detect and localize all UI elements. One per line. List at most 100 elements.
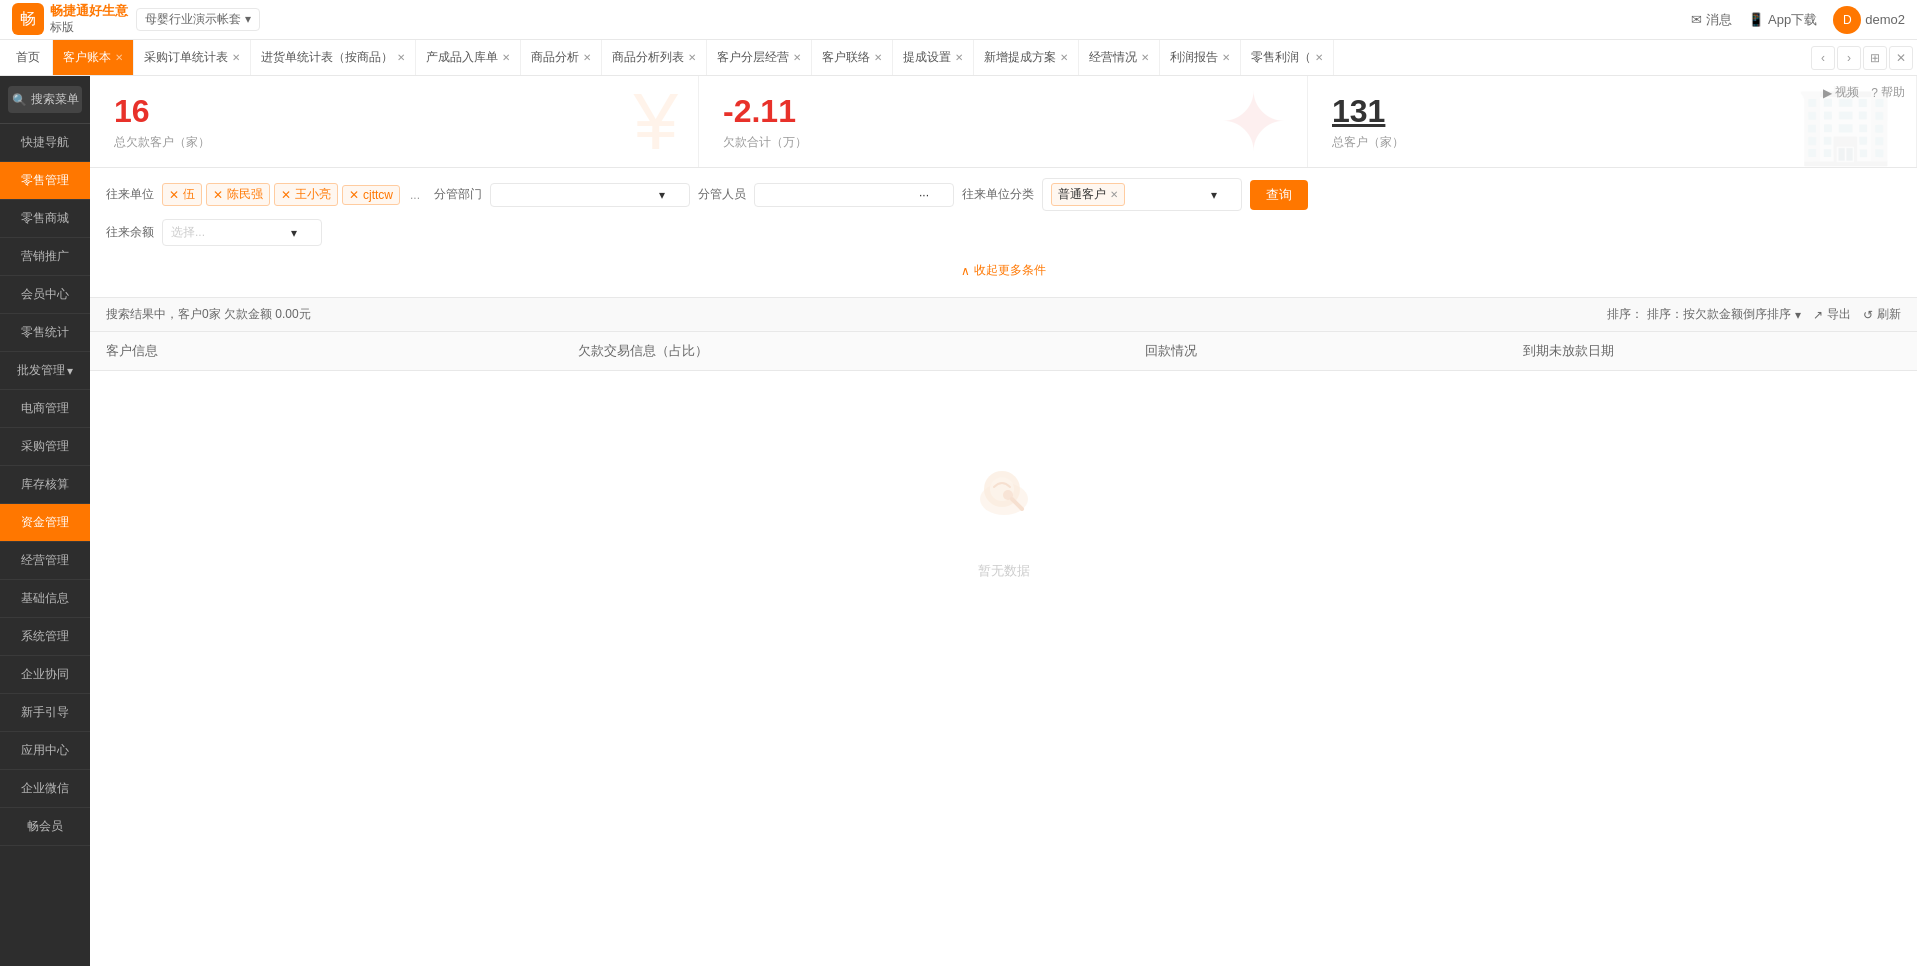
sidebar-item-wholesale[interactable]: 批发管理 ▾ bbox=[0, 352, 90, 390]
app-download-action[interactable]: 📱 App下载 bbox=[1748, 11, 1817, 29]
filter-unit-label: 往来单位 bbox=[106, 186, 154, 203]
table-header: 客户信息 欠款交易信息（占比） 回款情况 到期未放款日期 bbox=[90, 332, 1917, 371]
filter-category-label: 往来单位分类 bbox=[962, 186, 1034, 203]
close-tab-operations[interactable]: ✕ bbox=[1141, 52, 1149, 63]
close-tab-product-entry[interactable]: ✕ bbox=[502, 52, 510, 63]
filter-row-2: 往来余额 选择... ▾ bbox=[106, 219, 1901, 246]
tab-prompt-settings[interactable]: 提成设置 ✕ bbox=[893, 40, 974, 76]
coin-bg-icon: ¥ bbox=[634, 76, 679, 168]
sidebar-item-enterprise-wechat[interactable]: 企业微信 bbox=[0, 770, 90, 808]
sidebar-item-marketing[interactable]: 营销推广 bbox=[0, 238, 90, 276]
logo-text: 畅捷通好生意 标版 bbox=[50, 3, 128, 35]
sidebar-item-app-center[interactable]: 应用中心 bbox=[0, 732, 90, 770]
result-actions: 排序： 排序：按欠款金额倒序排序 ▾ ↗ 导出 ↺ 刷新 bbox=[1607, 306, 1901, 323]
tab-product-analysis-list[interactable]: 商品分析列表 ✕ bbox=[602, 40, 707, 76]
sidebar-item-inventory[interactable]: 库存核算 bbox=[0, 466, 90, 504]
close-tab-purchase-stats[interactable]: ✕ bbox=[397, 52, 405, 63]
video-action[interactable]: ▶ 视频 bbox=[1823, 84, 1859, 101]
sidebar-item-member[interactable]: 会员中心 bbox=[0, 276, 90, 314]
close-tab-prompt-settings[interactable]: ✕ bbox=[955, 52, 963, 63]
tab-retail-profit[interactable]: 零售利润（ ✕ bbox=[1241, 40, 1334, 76]
sidebar-item-ecommerce[interactable]: 电商管理 bbox=[0, 390, 90, 428]
sort-select[interactable]: 排序： 排序：按欠款金额倒序排序 ▾ bbox=[1607, 306, 1801, 323]
filter-dept-select[interactable]: ▾ bbox=[490, 183, 690, 207]
close-tab-product-analysis-list[interactable]: ✕ bbox=[688, 52, 696, 63]
sidebar-item-vip[interactable]: 畅会员 bbox=[0, 808, 90, 846]
empty-icon bbox=[964, 451, 1044, 550]
result-info: 搜索结果中，客户0家 欠款金额 0.00元 bbox=[106, 306, 311, 323]
header-left: 畅 畅捷通好生意 标版 母婴行业演示帐套 ▾ bbox=[12, 3, 260, 35]
stat-total-clients-value: 131 bbox=[1332, 92, 1385, 130]
refresh-action[interactable]: ↺ 刷新 bbox=[1863, 306, 1901, 323]
collapse-button[interactable]: ∧ 收起更多条件 bbox=[949, 258, 1058, 283]
sidebar-item-quick-nav[interactable]: 快捷导航 bbox=[0, 124, 90, 162]
message-action[interactable]: ✉ 消息 bbox=[1691, 11, 1732, 29]
filter-dept-input[interactable] bbox=[499, 188, 655, 202]
sidebar-item-basic-info[interactable]: 基础信息 bbox=[0, 580, 90, 618]
table-header-repayment: 回款情况 bbox=[1145, 342, 1523, 360]
close-tab-customer-balance[interactable]: ✕ bbox=[115, 52, 123, 63]
sidebar: 🔍 搜索菜单 快捷导航 零售管理 零售商城 营销推广 会员中心 零售统计 批发管… bbox=[0, 76, 90, 966]
close-tab-purchase-order[interactable]: ✕ bbox=[232, 52, 240, 63]
filter-person-select[interactable]: ··· bbox=[754, 183, 954, 207]
content-area: ¥ 16 总欠款客户（家） ✦ -2.11 欠款合计（万） 🏢 131 总客户（… bbox=[90, 76, 1917, 966]
stat-total-clients-label: 总客户（家） bbox=[1332, 134, 1404, 151]
filter-tag-chen: ✕ 陈民强 bbox=[206, 183, 270, 206]
table-area: 客户信息 欠款交易信息（占比） 回款情况 到期未放款日期 bbox=[90, 332, 1917, 966]
close-tab-add-plan[interactable]: ✕ bbox=[1060, 52, 1068, 63]
tab-customer-tier[interactable]: 客户分层经营 ✕ bbox=[707, 40, 812, 76]
sidebar-item-retail-mall[interactable]: 零售商城 bbox=[0, 200, 90, 238]
sidebar-item-operations-mgmt[interactable]: 经营管理 bbox=[0, 542, 90, 580]
close-tab-retail-profit[interactable]: ✕ bbox=[1315, 52, 1323, 63]
sidebar-item-system[interactable]: 系统管理 bbox=[0, 618, 90, 656]
nav-prev[interactable]: ‹ bbox=[1811, 46, 1835, 70]
table-header-customer-info: 客户信息 bbox=[106, 342, 578, 360]
tab-operations[interactable]: 经营情况 ✕ bbox=[1079, 40, 1160, 76]
tab-customer-balance[interactable]: 客户账本 ✕ bbox=[53, 40, 134, 76]
sidebar-item-finance[interactable]: 资金管理 bbox=[0, 504, 90, 542]
table-header-overdue-date: 到期未放款日期 bbox=[1523, 342, 1901, 360]
nav-expand[interactable]: ⊞ bbox=[1863, 46, 1887, 70]
filter-more-tags[interactable]: ... bbox=[404, 186, 426, 204]
sidebar-item-retail-stats[interactable]: 零售统计 bbox=[0, 314, 90, 352]
filter-balance-label: 往来余额 bbox=[106, 224, 154, 241]
sidebar-item-purchase[interactable]: 采购管理 bbox=[0, 428, 90, 466]
tab-customer-contact[interactable]: 客户联络 ✕ bbox=[812, 40, 893, 76]
close-tab-customer-tier[interactable]: ✕ bbox=[793, 52, 801, 63]
sidebar-item-retail[interactable]: 零售管理 bbox=[0, 162, 90, 200]
filter-tag-wu: ✕ 伍 bbox=[162, 183, 202, 206]
tab-home[interactable]: 首页 bbox=[4, 40, 53, 76]
export-action[interactable]: ↗ 导出 bbox=[1813, 306, 1851, 323]
stat-total-customers-label: 总欠款客户（家） bbox=[114, 134, 210, 151]
close-tab-product-analysis[interactable]: ✕ bbox=[583, 52, 591, 63]
sidebar-item-enterprise[interactable]: 企业协同 bbox=[0, 656, 90, 694]
help-action[interactable]: ? 帮助 bbox=[1871, 84, 1905, 101]
filter-balance-select[interactable]: 选择... ▾ bbox=[162, 219, 322, 246]
store-selector[interactable]: 母婴行业演示帐套 ▾ bbox=[136, 8, 260, 31]
user-action[interactable]: D demo2 bbox=[1833, 6, 1905, 34]
close-tab-profit-report[interactable]: ✕ bbox=[1222, 52, 1230, 63]
query-button[interactable]: 查询 bbox=[1250, 180, 1308, 210]
nav-next[interactable]: › bbox=[1837, 46, 1861, 70]
stat-arrears: ✦ -2.11 欠款合计（万） bbox=[699, 76, 1308, 167]
filter-category-select[interactable]: 普通客户 ✕ ▾ bbox=[1042, 178, 1242, 211]
tab-add-plan[interactable]: 新增提成方案 ✕ bbox=[974, 40, 1079, 76]
nav-tabs: 首页 客户账本 ✕ 采购订单统计表 ✕ 进货单统计表（按商品） ✕ 产成品入库单… bbox=[0, 40, 1917, 76]
tab-purchase-stats[interactable]: 进货单统计表（按商品） ✕ bbox=[251, 40, 416, 76]
filter-unit-tags: ✕ 伍 ✕ 陈民强 ✕ 王小亮 ✕ cjttcw ... bbox=[162, 183, 426, 206]
result-bar: 搜索结果中，客户0家 欠款金额 0.00元 排序： 排序：按欠款金额倒序排序 ▾… bbox=[90, 298, 1917, 332]
empty-label: 暂无数据 bbox=[978, 562, 1030, 580]
nav-close-all[interactable]: ✕ bbox=[1889, 46, 1913, 70]
sidebar-item-new-guide[interactable]: 新手引导 bbox=[0, 694, 90, 732]
filter-person-input[interactable] bbox=[763, 188, 915, 202]
search-menu-button[interactable]: 🔍 搜索菜单 bbox=[8, 86, 82, 113]
main-layout: 🔍 搜索菜单 快捷导航 零售管理 零售商城 营销推广 会员中心 零售统计 批发管… bbox=[0, 76, 1917, 966]
tab-profit-report[interactable]: 利润报告 ✕ bbox=[1160, 40, 1241, 76]
tab-product-analysis[interactable]: 商品分析 ✕ bbox=[521, 40, 602, 76]
stat-total-customers-value: 16 bbox=[114, 92, 150, 130]
tab-purchase-order[interactable]: 采购订单统计表 ✕ bbox=[134, 40, 251, 76]
tab-product-entry[interactable]: 产成品入库单 ✕ bbox=[416, 40, 521, 76]
empty-state: 暂无数据 bbox=[90, 371, 1917, 660]
close-tab-customer-contact[interactable]: ✕ bbox=[874, 52, 882, 63]
filter-area: 往来单位 ✕ 伍 ✕ 陈民强 ✕ 王小亮 ✕ bbox=[90, 168, 1917, 298]
